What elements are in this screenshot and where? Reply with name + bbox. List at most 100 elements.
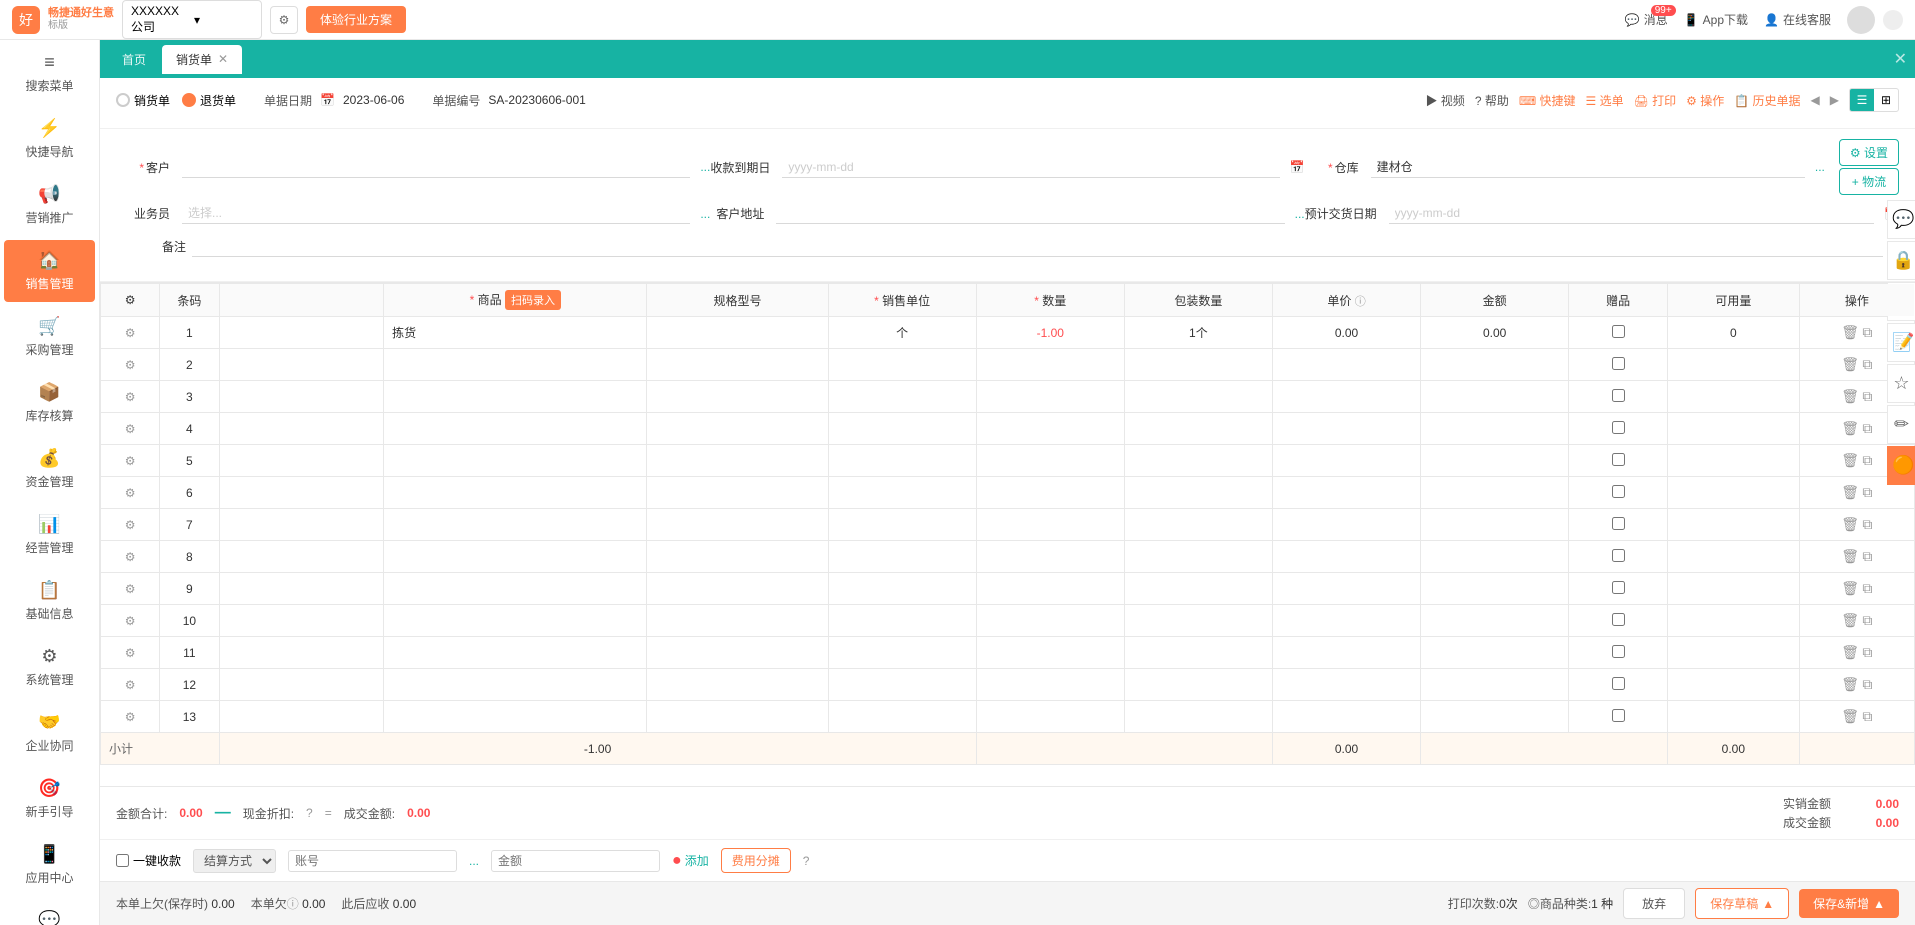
cell-spec-4[interactable] <box>647 445 828 477</box>
warehouse-dots[interactable]: ... <box>1815 160 1825 174</box>
current-debt-info[interactable]: ⓘ <box>287 897 299 911</box>
cell-amount-2[interactable] <box>1421 381 1569 413</box>
cell-spec-2[interactable] <box>647 381 828 413</box>
help-circle-icon[interactable]: ? <box>306 806 313 820</box>
th-gear[interactable]: ⚙ <box>101 284 160 317</box>
cell-pkg-12[interactable] <box>1124 701 1272 733</box>
cell-barcode-6[interactable] <box>219 509 384 541</box>
gift-checkbox-5[interactable] <box>1612 485 1625 498</box>
sidebar-item-collab[interactable]: 🤝 企业协同 <box>4 702 95 764</box>
cell-unit-4[interactable] <box>828 445 976 477</box>
staff-input[interactable] <box>182 203 690 224</box>
bank-account-input[interactable] <box>288 850 457 872</box>
cell-unit-9[interactable] <box>828 605 976 637</box>
delete-row-btn-12[interactable]: 🗑 <box>1841 708 1859 725</box>
copy-row-btn-10[interactable]: ⧉ <box>1862 644 1872 661</box>
cell-amount-7[interactable] <box>1421 541 1569 573</box>
print-icon-item[interactable]: 🖨 打印 <box>1634 92 1677 109</box>
delete-row-btn-1[interactable]: 🗑 <box>1841 356 1859 373</box>
cell-pkg-10[interactable] <box>1124 637 1272 669</box>
cell-pkg-0[interactable]: 1个 <box>1124 317 1272 349</box>
cell-qty-10[interactable] <box>976 637 1124 669</box>
cell-unit-0[interactable]: 个 <box>828 317 976 349</box>
cell-gift-1[interactable] <box>1569 349 1668 381</box>
copy-row-btn-5[interactable]: ⧉ <box>1862 484 1872 501</box>
close-all-tabs-icon[interactable]: ✕ <box>1894 49 1907 69</box>
delete-row-btn-10[interactable]: 🗑 <box>1841 644 1859 661</box>
cell-unit-7[interactable] <box>828 541 976 573</box>
cell-spec-11[interactable] <box>647 669 828 701</box>
amount-input[interactable] <box>491 850 660 872</box>
message-item[interactable]: 💬 消息 99+ <box>1625 11 1668 28</box>
cell-barcode-11[interactable] <box>219 669 384 701</box>
staff-dots[interactable]: ... <box>700 207 710 221</box>
cell-qty-7[interactable] <box>976 541 1124 573</box>
cell-unit-5[interactable] <box>828 477 976 509</box>
cell-qty-4[interactable] <box>976 445 1124 477</box>
cell-gift-11[interactable] <box>1569 669 1668 701</box>
cell-spec-1[interactable] <box>647 349 828 381</box>
cell-gift-0[interactable] <box>1569 317 1668 349</box>
sidebar-item-marketing[interactable]: 📢 营销推广 <box>4 174 95 236</box>
delete-row-btn-2[interactable]: 🗑 <box>1841 388 1859 405</box>
gift-checkbox-10[interactable] <box>1612 645 1625 658</box>
cell-barcode-3[interactable] <box>219 413 384 445</box>
gift-checkbox-7[interactable] <box>1612 549 1625 562</box>
cell-gift-6[interactable] <box>1569 509 1668 541</box>
cell-gift-9[interactable] <box>1569 605 1668 637</box>
cell-barcode-9[interactable] <box>219 605 384 637</box>
cell-amount-1[interactable] <box>1421 349 1569 381</box>
warehouse-input[interactable] <box>1371 157 1805 178</box>
cell-product-10[interactable] <box>384 637 647 669</box>
save-draft-button[interactable]: 保存草稿 ▲ <box>1695 888 1789 919</box>
cell-barcode-5[interactable] <box>219 477 384 509</box>
cell-product-4[interactable] <box>384 445 647 477</box>
cell-qty-8[interactable] <box>976 573 1124 605</box>
cell-spec-3[interactable] <box>647 413 828 445</box>
radio-sales-order[interactable]: 销货单 <box>116 92 170 109</box>
cell-product-8[interactable] <box>384 573 647 605</box>
cell-barcode-4[interactable] <box>219 445 384 477</box>
cell-gift-2[interactable] <box>1569 381 1668 413</box>
cell-unit-3[interactable] <box>828 413 976 445</box>
copy-row-btn-1[interactable]: ⧉ <box>1862 356 1872 373</box>
cell-unit-12[interactable] <box>828 701 976 733</box>
cell-gift-8[interactable] <box>1569 573 1668 605</box>
cell-product-3[interactable] <box>384 413 647 445</box>
cell-gift-4[interactable] <box>1569 445 1668 477</box>
settings-button[interactable]: ⚙ 设置 <box>1839 139 1899 166</box>
online-service-item[interactable]: 👤 在线客服 <box>1764 11 1831 28</box>
fee-help-icon[interactable]: ? <box>803 854 810 868</box>
gift-checkbox-12[interactable] <box>1612 709 1625 722</box>
select-order-icon-item[interactable]: ☰ 选单 <box>1585 92 1623 109</box>
cell-unit-8[interactable] <box>828 573 976 605</box>
gift-checkbox-4[interactable] <box>1612 453 1625 466</box>
cell-price-7[interactable] <box>1272 541 1420 573</box>
delete-row-btn-4[interactable]: 🗑 <box>1841 452 1859 469</box>
cell-spec-0[interactable] <box>647 317 828 349</box>
gift-checkbox-8[interactable] <box>1612 581 1625 594</box>
sidebar-item-apps[interactable]: 📱 应用中心 <box>4 834 95 896</box>
delete-row-btn-9[interactable]: 🗑 <box>1841 612 1859 629</box>
cell-spec-12[interactable] <box>647 701 828 733</box>
float-btn-orange[interactable]: 🟠 <box>1887 446 1915 485</box>
video-icon-item[interactable]: ▶ 视频 <box>1425 92 1464 109</box>
radio-return-order[interactable]: 退货单 <box>182 92 236 109</box>
copy-row-btn-3[interactable]: ⧉ <box>1862 420 1872 437</box>
address-input[interactable] <box>776 203 1284 224</box>
delete-row-btn-6[interactable]: 🗑 <box>1841 516 1859 533</box>
receive-date-calendar-icon[interactable]: 📅 <box>1290 160 1305 174</box>
cell-barcode-0[interactable] <box>219 317 384 349</box>
cell-price-0[interactable]: 0.00 <box>1272 317 1420 349</box>
float-btn-edit[interactable]: ✏ <box>1887 405 1915 444</box>
cell-qty-5[interactable] <box>976 477 1124 509</box>
add-button[interactable]: ●添加 <box>672 852 709 870</box>
copy-row-btn-11[interactable]: ⧉ <box>1862 676 1872 693</box>
view-grid-btn[interactable]: ⊞ <box>1874 89 1898 111</box>
cell-price-11[interactable] <box>1272 669 1420 701</box>
float-btn-lock[interactable]: 🔒 <box>1887 241 1915 280</box>
quick-pay-label[interactable]: 一键收款 <box>116 852 181 869</box>
settings-icon[interactable]: ⚙ <box>270 6 298 34</box>
history-icon-item[interactable]: 📋 历史单据 <box>1734 92 1800 109</box>
cell-spec-7[interactable] <box>647 541 828 573</box>
